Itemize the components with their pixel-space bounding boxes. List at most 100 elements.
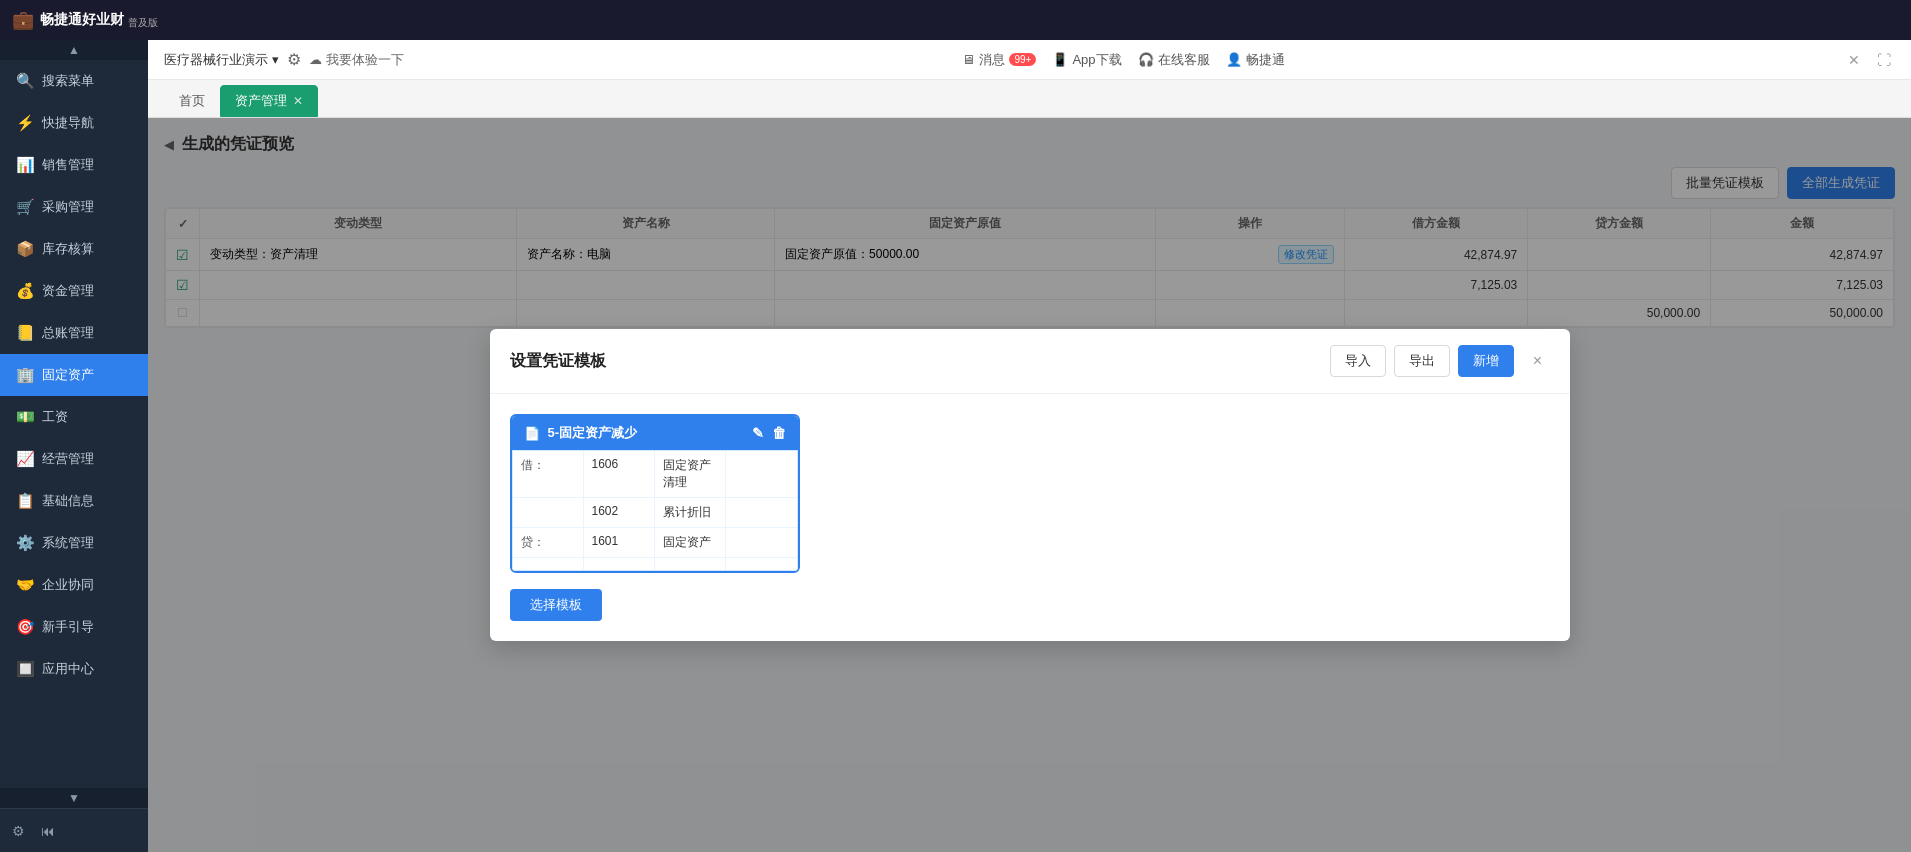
- sidebar-item-label-enterprise: 企业协同: [42, 576, 94, 594]
- salary-icon: 💵: [16, 408, 34, 426]
- top-bar: 💼 畅捷通好业财 普及版: [0, 0, 1911, 40]
- sidebar-item-sales[interactable]: 📊 销售管理: [0, 144, 148, 186]
- sidebar-item-system[interactable]: ⚙️ 系统管理: [0, 522, 148, 564]
- template-cell-dir-4: [513, 558, 584, 570]
- purchase-icon: 🛒: [16, 198, 34, 216]
- app-download-icon: 📱: [1052, 52, 1068, 67]
- quick-nav-icon: ⚡: [16, 114, 34, 132]
- sidebar-footer: ⚙ ⏮: [0, 808, 148, 852]
- app-center-icon: 🔲: [16, 660, 34, 678]
- sidebar-item-quick-nav[interactable]: ⚡ 快捷导航: [0, 102, 148, 144]
- sidebar-item-finance[interactable]: 💰 资金管理: [0, 270, 148, 312]
- sidebar-item-inventory[interactable]: 📦 库存核算: [0, 228, 148, 270]
- sidebar-item-ledger[interactable]: 📒 总账管理: [0, 312, 148, 354]
- notifications-btn[interactable]: 🖥 消息 99+: [962, 51, 1036, 69]
- basic-info-icon: 📋: [16, 492, 34, 510]
- system-icon: ⚙️: [16, 534, 34, 552]
- sidebar-item-label-operations: 经营管理: [42, 450, 94, 468]
- template-row-1: 借： 1606 固定资产清理: [513, 451, 797, 498]
- sidebar-item-search[interactable]: 🔍 搜索菜单: [0, 60, 148, 102]
- sidebar: ▲ 🔍 搜索菜单 ⚡ 快捷导航 📊 销售管理 🛒 采购管理: [0, 40, 148, 852]
- template-row-3: 贷： 1601 固定资产: [513, 528, 797, 558]
- sidebar-scroll-up[interactable]: ▲: [0, 40, 148, 60]
- online-support-label: 在线客服: [1158, 51, 1210, 69]
- guide-icon: 🎯: [16, 618, 34, 636]
- tab-asset-management[interactable]: 资产管理 ✕: [220, 85, 318, 117]
- select-template-btn[interactable]: 选择模板: [510, 589, 602, 621]
- template-cell-dir-3: 贷：: [513, 528, 584, 557]
- new-template-btn[interactable]: 新增: [1458, 345, 1514, 377]
- app-name: 畅捷通好业财: [40, 11, 124, 29]
- template-cell-extra-4: [726, 558, 797, 570]
- trial-btn[interactable]: ☁ 我要体验一下: [309, 51, 404, 69]
- template-row-4: [513, 558, 797, 570]
- template-cell-code-3: 1601: [584, 528, 655, 557]
- tabbar: 首页 资产管理 ✕: [148, 80, 1911, 118]
- notifications-icon: 🖥: [962, 52, 975, 67]
- template-cell-account-3: 固定资产: [655, 528, 726, 557]
- enterprise-icon: 🤝: [16, 576, 34, 594]
- sidebar-item-fixed-assets[interactable]: 🏢 固定资产: [0, 354, 148, 396]
- collapse-footer-btn[interactable]: ⏮: [41, 823, 55, 839]
- notifications-badge: 99+: [1009, 53, 1036, 66]
- tab-home[interactable]: 首页: [164, 85, 220, 117]
- sidebar-item-label-quick-nav: 快捷导航: [42, 114, 94, 132]
- app-download-btn[interactable]: 📱 App下载: [1052, 51, 1121, 69]
- modal-close-btn[interactable]: ×: [1526, 349, 1550, 373]
- sidebar-item-label-guide: 新手引导: [42, 618, 94, 636]
- company-settings-btn[interactable]: ⚙: [287, 50, 301, 69]
- template-cell-account-2: 累计折旧: [655, 498, 726, 527]
- template-doc-icon: 📄: [524, 426, 540, 441]
- maximize-window-btn[interactable]: ⛶: [1873, 49, 1895, 71]
- close-window-btn[interactable]: ✕: [1843, 49, 1865, 71]
- sidebar-item-enterprise[interactable]: 🤝 企业协同: [0, 564, 148, 606]
- template-cell-code-4: [584, 558, 655, 570]
- company-selector[interactable]: 医疗器械行业演示 ▾: [164, 51, 279, 69]
- search-icon: 🔍: [16, 72, 34, 90]
- sidebar-item-operations[interactable]: 📈 经营管理: [0, 438, 148, 480]
- template-cell-account-1: 固定资产清理: [655, 451, 726, 497]
- topnav: 医疗器械行业演示 ▾ ⚙ ☁ 我要体验一下 🖥 消息 99+: [148, 40, 1911, 80]
- sidebar-scroll-down[interactable]: ▼: [0, 788, 148, 808]
- sidebar-nav: 🔍 搜索菜单 ⚡ 快捷导航 📊 销售管理 🛒 采购管理 📦 库存核算: [0, 60, 148, 788]
- tab-asset-label: 资产管理: [235, 92, 287, 110]
- sidebar-item-app-center[interactable]: 🔲 应用中心: [0, 648, 148, 690]
- export-btn[interactable]: 导出: [1394, 345, 1450, 377]
- company-dropdown-icon: ▾: [272, 52, 279, 67]
- template-cell-dir-1: 借：: [513, 451, 584, 497]
- settings-footer-btn[interactable]: ⚙: [12, 823, 25, 839]
- modal-header: 设置凭证模板 导入 导出 新增 ×: [490, 329, 1570, 394]
- modal-header-actions: 导入 导出 新增: [1330, 345, 1514, 377]
- template-header-actions: ✎ 🗑: [752, 425, 786, 441]
- template-edit-btn[interactable]: ✎: [752, 425, 764, 441]
- ledger-icon: 📒: [16, 324, 34, 342]
- user-avatar-btn[interactable]: 👤 畅捷通: [1226, 51, 1285, 69]
- user-icon: 👤: [1226, 52, 1242, 67]
- sidebar-item-basic-info[interactable]: 📋 基础信息: [0, 480, 148, 522]
- sales-icon: 📊: [16, 156, 34, 174]
- import-btn[interactable]: 导入: [1330, 345, 1386, 377]
- topnav-left: 医疗器械行业演示 ▾ ⚙ ☁ 我要体验一下: [164, 50, 404, 69]
- template-row-2: 1602 累计折旧: [513, 498, 797, 528]
- sidebar-item-purchase[interactable]: 🛒 采购管理: [0, 186, 148, 228]
- template-body: 借： 1606 固定资产清理 1602 累: [512, 450, 798, 571]
- tab-home-label: 首页: [179, 92, 205, 110]
- template-cell-extra-2: [726, 498, 797, 527]
- template-delete-btn[interactable]: 🗑: [772, 425, 786, 441]
- tab-close-btn[interactable]: ✕: [293, 94, 303, 108]
- modal-overlay: 设置凭证模板 导入 导出 新增 × 📄: [148, 118, 1911, 852]
- sidebar-item-salary[interactable]: 💵 工资: [0, 396, 148, 438]
- operations-icon: 📈: [16, 450, 34, 468]
- sidebar-item-label-sales: 销售管理: [42, 156, 94, 174]
- topnav-right: 🖥 消息 99+ 📱 App下载 🎧 在线客服 👤 畅捷通: [962, 51, 1284, 69]
- online-support-btn[interactable]: 🎧 在线客服: [1138, 51, 1210, 69]
- sidebar-item-guide[interactable]: 🎯 新手引导: [0, 606, 148, 648]
- support-icon: 🎧: [1138, 52, 1154, 67]
- trial-text: 我要体验一下: [326, 51, 404, 69]
- fixed-assets-icon: 🏢: [16, 366, 34, 384]
- template-cell-code-1: 1606: [584, 451, 655, 497]
- sidebar-item-label-ledger: 总账管理: [42, 324, 94, 342]
- user-name: 畅捷通: [1246, 51, 1285, 69]
- company-name: 医疗器械行业演示: [164, 51, 268, 69]
- sidebar-item-label-app-center: 应用中心: [42, 660, 94, 678]
